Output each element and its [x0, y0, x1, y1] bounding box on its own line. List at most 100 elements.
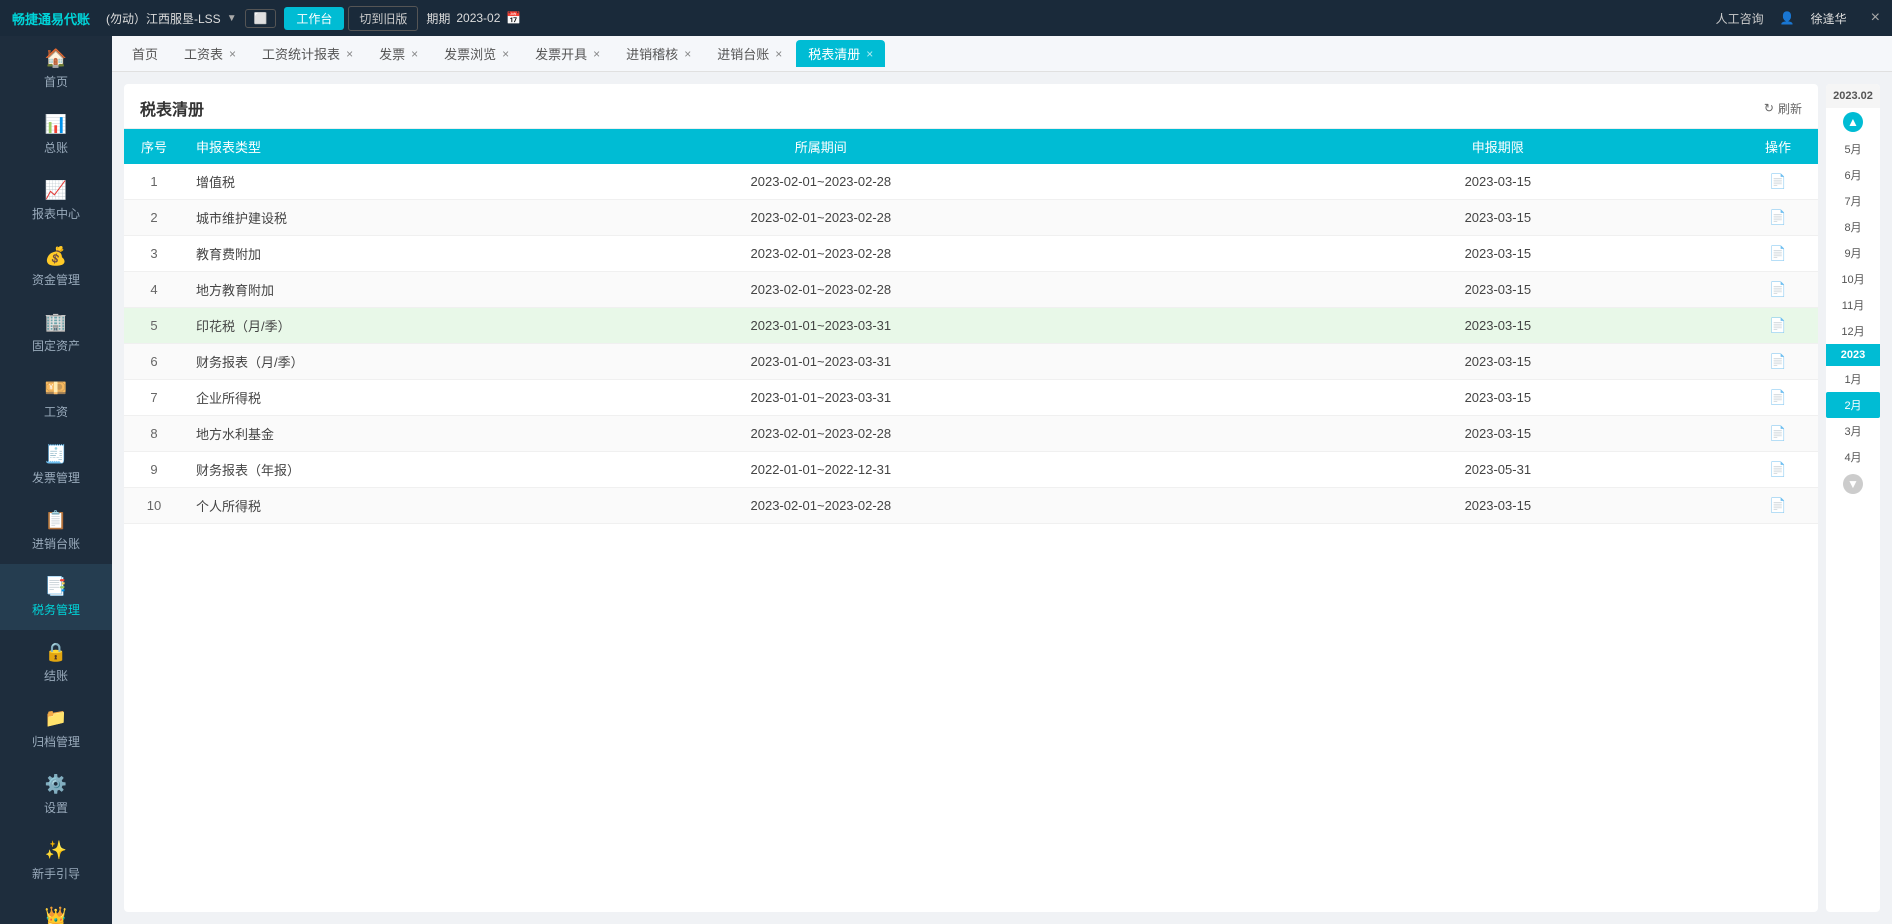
- cell-type: 财务报表（月/季）: [184, 344, 384, 380]
- panel-actions: ↻ 刷新: [1764, 100, 1802, 117]
- tab-invoice[interactable]: 发票 ×: [367, 40, 430, 67]
- tab-bar: 首页 工资表 × 工资统计报表 × 发票 × 发票浏览 × 发票开具 ×: [112, 36, 1892, 72]
- cal-month-2022-7[interactable]: 7月: [1826, 188, 1880, 214]
- sidebar-item-ledger[interactable]: 📊 总账: [0, 102, 112, 168]
- action-icon-5[interactable]: 📄: [1769, 353, 1786, 369]
- cell-period: 2023-01-01~2023-03-31: [384, 308, 1258, 344]
- action-icon-3[interactable]: 📄: [1769, 281, 1786, 297]
- cell-type: 地方教育附加: [184, 272, 384, 308]
- cell-period: 2023-02-01~2023-02-28: [384, 272, 1258, 308]
- sidebar-item-settings[interactable]: ⚙️ 设置: [0, 762, 112, 828]
- action-icon-1[interactable]: 📄: [1769, 209, 1786, 225]
- tab-salary[interactable]: 工资表 ×: [172, 40, 248, 67]
- sidebar-item-fund[interactable]: 💰 资金管理: [0, 234, 112, 300]
- page-title: 税表清册: [140, 96, 204, 120]
- window-close-button[interactable]: ×: [1871, 9, 1880, 27]
- sidebar-item-vip[interactable]: 👑 畅会员: [0, 894, 112, 924]
- sidebar-item-archive[interactable]: 📁 归档管理: [0, 696, 112, 762]
- workbench-button[interactable]: 工作台: [284, 7, 344, 30]
- action-icon-4[interactable]: 📄: [1769, 317, 1786, 333]
- refresh-button[interactable]: ↻ 刷新: [1764, 100, 1802, 117]
- action-icon-8[interactable]: 📄: [1769, 461, 1786, 477]
- old-version-button[interactable]: 切到旧版: [348, 6, 418, 31]
- action-icon-0[interactable]: 📄: [1769, 173, 1786, 189]
- cal-month-2022-6[interactable]: 6月: [1826, 162, 1880, 188]
- support-link[interactable]: 人工咨询: [1716, 10, 1764, 27]
- tab-invoice-open[interactable]: 发票开具 ×: [523, 40, 612, 67]
- sidebar-label-settings: 设置: [44, 799, 68, 816]
- cal-nav-down: ▼: [1826, 470, 1880, 498]
- tab-invoice-open-close[interactable]: ×: [593, 47, 600, 61]
- sidebar-label-purchase: 进销台账: [32, 535, 80, 552]
- cal-month-2022-8[interactable]: 8月: [1826, 214, 1880, 240]
- action-icon-9[interactable]: 📄: [1769, 497, 1786, 513]
- sidebar-item-guide[interactable]: ✨ 新手引导: [0, 828, 112, 894]
- cal-month-2022-5[interactable]: 5月: [1826, 136, 1880, 162]
- cal-month-2023-4[interactable]: 4月: [1826, 444, 1880, 470]
- cal-header: 2023.02: [1826, 84, 1880, 108]
- tab-home[interactable]: 首页: [120, 40, 170, 67]
- tab-invoice-close[interactable]: ×: [411, 47, 418, 61]
- tab-tax-list[interactable]: 税表清册 ×: [796, 40, 885, 67]
- tab-invoice-browse[interactable]: 发票浏览 ×: [432, 40, 521, 67]
- action-icon-2[interactable]: 📄: [1769, 245, 1786, 261]
- sidebar-item-report[interactable]: 📈 报表中心: [0, 168, 112, 234]
- cal-next-button[interactable]: ▼: [1843, 474, 1863, 494]
- sidebar-item-tax[interactable]: 📑 税务管理: [0, 564, 112, 630]
- cell-deadline: 2023-03-15: [1258, 200, 1738, 236]
- calendar-icon[interactable]: 📅: [506, 11, 521, 25]
- table-row: 7 企业所得税 2023-01-01~2023-03-31 2023-03-15…: [124, 380, 1818, 416]
- table-row: 6 财务报表（月/季） 2023-01-01~2023-03-31 2023-0…: [124, 344, 1818, 380]
- action-icon-7[interactable]: 📄: [1769, 425, 1786, 441]
- cal-month-2022-10[interactable]: 10月: [1826, 266, 1880, 292]
- user-avatar: 👤: [1780, 11, 1795, 25]
- cell-type: 企业所得税: [184, 380, 384, 416]
- cell-action: 📄: [1738, 308, 1818, 344]
- cell-no: 9: [124, 452, 184, 488]
- cal-month-2023-1[interactable]: 1月: [1826, 366, 1880, 392]
- closing-icon: 🔒: [45, 642, 67, 663]
- cal-month-2022-11[interactable]: 11月: [1826, 292, 1880, 318]
- tab-invoice-browse-close[interactable]: ×: [502, 47, 509, 61]
- cal-month-2022-9[interactable]: 9月: [1826, 240, 1880, 266]
- action-icon-6[interactable]: 📄: [1769, 389, 1786, 405]
- cell-period: 2023-02-01~2023-02-28: [384, 236, 1258, 272]
- cal-month-2023-3[interactable]: 3月: [1826, 418, 1880, 444]
- cal-prev-button[interactable]: ▲: [1843, 112, 1863, 132]
- sidebar-item-closing[interactable]: 🔒 结账: [0, 630, 112, 696]
- sidebar-item-home[interactable]: 🏠 首页: [0, 36, 112, 102]
- cell-action: 📄: [1738, 488, 1818, 524]
- cal-month-2022-12[interactable]: 12月: [1826, 318, 1880, 344]
- tab-purchase-check[interactable]: 进销稽核 ×: [614, 40, 703, 67]
- sidebar-item-salary[interactable]: 💴 工资: [0, 366, 112, 432]
- tab-purchase-ledger[interactable]: 进销台账 ×: [705, 40, 794, 67]
- tab-salary-report-close[interactable]: ×: [346, 47, 353, 61]
- copy-icon-btn[interactable]: ⬜: [245, 9, 277, 28]
- company-name: (勿动）江西服垦-LSS: [106, 10, 221, 27]
- company-selector[interactable]: (勿动）江西服垦-LSS ▼: [106, 10, 237, 27]
- fund-icon: 💰: [45, 246, 67, 267]
- cell-no: 6: [124, 344, 184, 380]
- cal-year-2023: 2023: [1826, 344, 1880, 366]
- sidebar-item-assets[interactable]: 🏢 固定资产: [0, 300, 112, 366]
- tab-purchase-ledger-close[interactable]: ×: [775, 47, 782, 61]
- cell-deadline: 2023-03-15: [1258, 488, 1738, 524]
- tab-salary-report[interactable]: 工资统计报表 ×: [250, 40, 365, 67]
- cell-no: 7: [124, 380, 184, 416]
- vip-icon: 👑: [45, 906, 67, 924]
- sidebar-label-guide: 新手引导: [32, 865, 80, 882]
- tab-purchase-check-close[interactable]: ×: [684, 47, 691, 61]
- tab-invoice-open-label: 发票开具: [535, 44, 587, 63]
- refresh-icon: ↻: [1764, 101, 1774, 115]
- tab-tax-list-close[interactable]: ×: [866, 47, 873, 61]
- cell-deadline: 2023-03-15: [1258, 272, 1738, 308]
- tab-salary-close[interactable]: ×: [229, 47, 236, 61]
- panel-header: 税表清册 ↻ 刷新: [124, 84, 1818, 129]
- guide-icon: ✨: [45, 840, 67, 861]
- sidebar-label-salary: 工资: [44, 403, 68, 420]
- sidebar-item-purchase[interactable]: 📋 进销台账: [0, 498, 112, 564]
- sidebar-item-invoice[interactable]: 🧾 发票管理: [0, 432, 112, 498]
- cell-no: 5: [124, 308, 184, 344]
- right-actions: 人工咨询 👤 徐逢华 ×: [1716, 9, 1880, 27]
- cal-month-2023-2[interactable]: 2月: [1826, 392, 1880, 418]
